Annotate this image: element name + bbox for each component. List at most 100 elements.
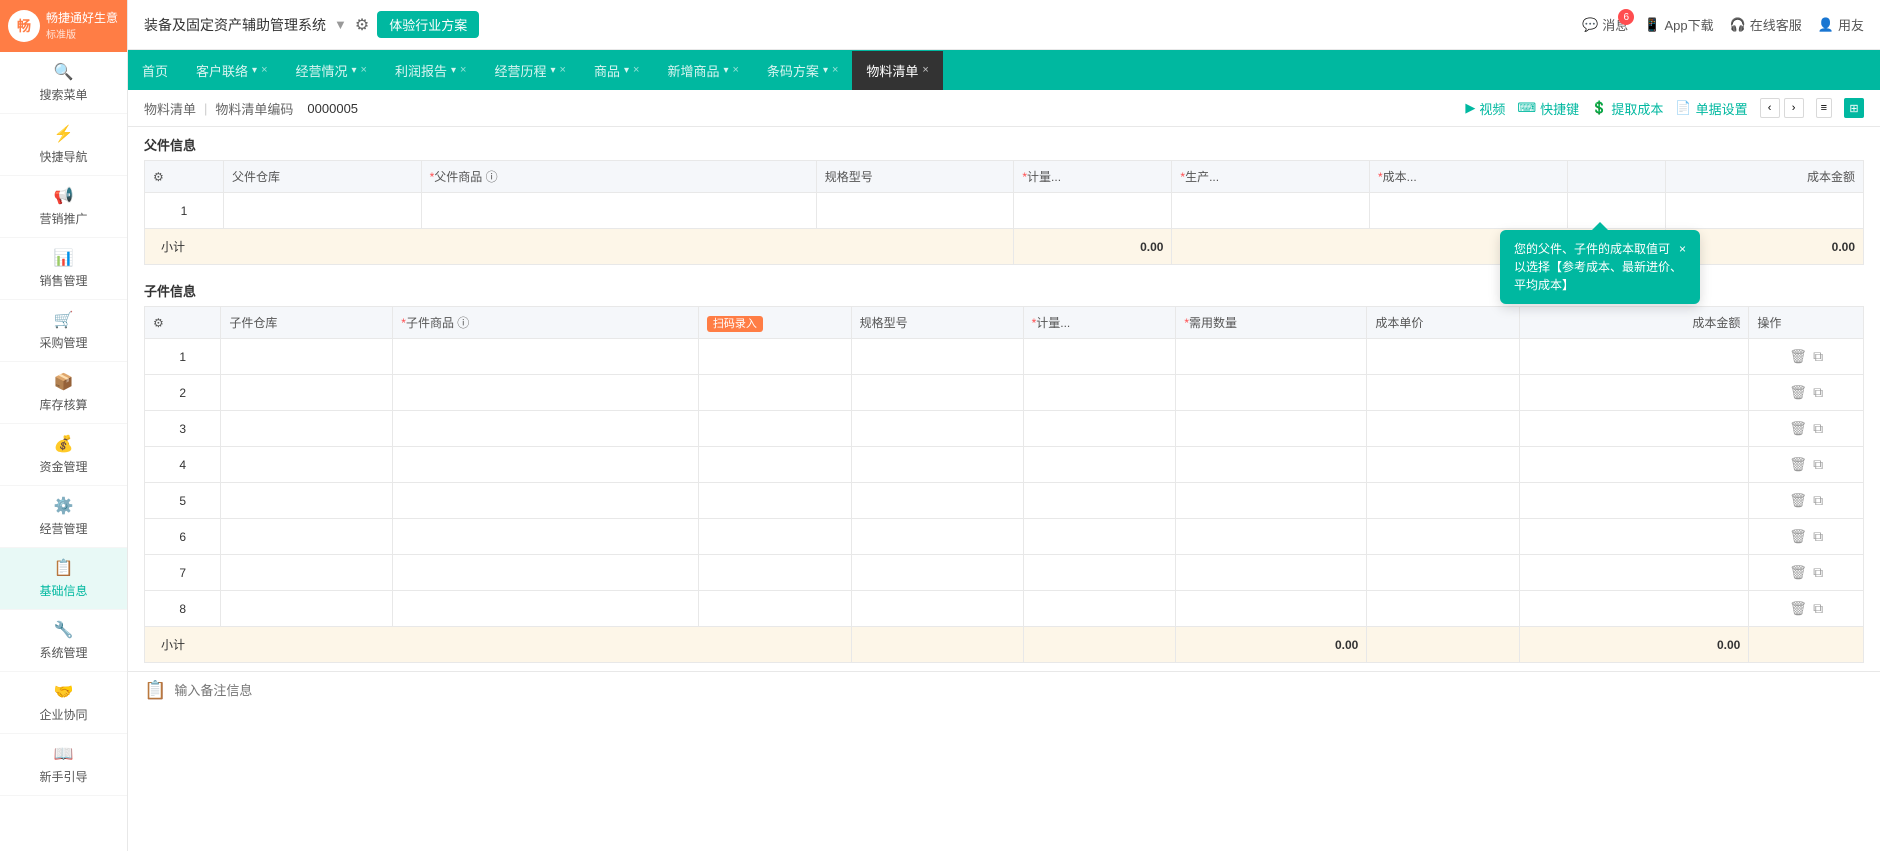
child-row-2-spec[interactable] [851,375,1023,411]
copy-icon-2[interactable]: ⧉ [1813,384,1823,401]
single-settings-btn[interactable]: 📄 单据设置 [1675,99,1747,118]
child-row-4-quantity[interactable] [1176,447,1367,483]
copy-icon-7[interactable]: ⧉ [1813,564,1823,581]
child-row-7-product[interactable] [393,555,699,591]
delete-icon-7[interactable]: 🗑 [1789,564,1807,581]
child-row-2-warehouse[interactable] [221,375,393,411]
child-row-8-warehouse[interactable] [221,591,393,627]
prev-btn[interactable]: ‹ [1760,98,1780,118]
nav-tab-首页[interactable]: 首页 [128,51,182,90]
parent-row-1-unit[interactable] [1014,193,1172,229]
grid-btn[interactable]: ⊞ [1844,98,1864,118]
child-row-7-quantity[interactable] [1176,555,1367,591]
child-row-4-warehouse[interactable] [221,447,393,483]
delete-icon-4[interactable]: 🗑 [1789,456,1807,473]
child-row-4-spec[interactable] [851,447,1023,483]
nav-tab-条码方案[interactable]: 条码方案▾ × [753,51,852,90]
child-row-6-unit[interactable] [1023,519,1176,555]
delete-icon-2[interactable]: 🗑 [1789,384,1807,401]
child-row-1-unit[interactable] [1023,339,1176,375]
sidebar-item-sales[interactable]: 📊销售管理 [0,238,127,300]
child-row-3-spec[interactable] [851,411,1023,447]
nav-tab-商品[interactable]: 商品▾ × [580,51,653,90]
tab-close-icon[interactable]: × [460,64,466,76]
child-row-2-quantity[interactable] [1176,375,1367,411]
parent-row-1-production[interactable] [1172,193,1370,229]
list-view-btn[interactable]: ≡ [1816,98,1832,118]
child-row-6-quantity[interactable] [1176,519,1367,555]
child-row-4-unit-cost[interactable] [1367,447,1520,483]
tab-close-icon[interactable]: × [560,64,566,76]
online-service-btn[interactable]: 🎧 在线客服 [1730,15,1802,34]
parent-row-1-spec[interactable] [816,193,1014,229]
dropdown-arrow-icon[interactable]: ▼ [334,17,347,32]
shortcut-btn[interactable]: ⌨ 快捷键 [1517,99,1579,118]
nav-tab-经营历程[interactable]: 经营历程▾ × [480,51,579,90]
child-row-3-product[interactable] [393,411,699,447]
child-row-6-unit-cost[interactable] [1367,519,1520,555]
child-row-7-unit-cost[interactable] [1367,555,1520,591]
copy-icon-5[interactable]: ⧉ [1813,492,1823,509]
parent-row-1-warehouse[interactable] [224,193,422,229]
delete-icon-6[interactable]: 🗑 [1789,528,1807,545]
next-btn[interactable]: › [1784,98,1804,118]
sidebar-item-inventory[interactable]: 📦库存核算 [0,362,127,424]
nav-tab-经营情况[interactable]: 经营情况▾ × [282,51,381,90]
delete-icon-1[interactable]: 🗑 [1789,348,1807,365]
nav-tab-物料清单[interactable]: 物料清单 × [852,51,942,90]
child-col-settings[interactable]: ⚙ [145,307,221,339]
copy-icon-3[interactable]: ⧉ [1813,420,1823,437]
child-row-5-unit[interactable] [1023,483,1176,519]
copy-icon-4[interactable]: ⧉ [1813,456,1823,473]
sidebar-item-finance[interactable]: 💰资金管理 [0,424,127,486]
child-row-8-product[interactable] [393,591,699,627]
child-row-1-quantity[interactable] [1176,339,1367,375]
sidebar-item-enterprise[interactable]: 🤝企业协同 [0,672,127,734]
tab-close-icon[interactable]: × [361,64,367,76]
child-row-8-unit[interactable] [1023,591,1176,627]
child-row-5-quantity[interactable] [1176,483,1367,519]
child-row-8-spec[interactable] [851,591,1023,627]
child-row-1-warehouse[interactable] [221,339,393,375]
copy-icon-1[interactable]: ⧉ [1813,348,1823,365]
tab-close-icon[interactable]: × [732,64,738,76]
child-row-5-spec[interactable] [851,483,1023,519]
delete-icon-8[interactable]: 🗑 [1789,600,1807,617]
child-row-6-product[interactable] [393,519,699,555]
child-row-2-unit[interactable] [1023,375,1176,411]
child-row-1-spec[interactable] [851,339,1023,375]
delete-icon-5[interactable]: 🗑 [1789,492,1807,509]
app-download-btn[interactable]: 📱 App下载 [1644,15,1713,34]
child-row-2-product[interactable] [393,375,699,411]
child-row-6-warehouse[interactable] [221,519,393,555]
nav-tab-客户联络[interactable]: 客户联络▾ × [182,51,281,90]
messages-btn[interactable]: 💬 消息 6 [1582,15,1628,34]
tab-close-icon[interactable]: × [261,64,267,76]
child-row-5-unit-cost[interactable] [1367,483,1520,519]
sidebar-item-purchase[interactable]: 🛒采购管理 [0,300,127,362]
child-row-3-unit-cost[interactable] [1367,411,1520,447]
copy-icon-6[interactable]: ⧉ [1813,528,1823,545]
sidebar-item-marketing[interactable]: 📢营销推广 [0,176,127,238]
tooltip-close-btn[interactable]: × [1679,240,1686,258]
child-row-5-product[interactable] [393,483,699,519]
trial-btn[interactable]: 体验行业方案 [377,11,479,38]
child-row-8-unit-cost[interactable] [1367,591,1520,627]
child-row-2-unit-cost[interactable] [1367,375,1520,411]
tab-close-icon[interactable]: × [832,64,838,76]
child-row-1-unit-cost[interactable] [1367,339,1520,375]
copy-icon-8[interactable]: ⧉ [1813,600,1823,617]
sidebar-item-search[interactable]: 🔍搜索菜单 [0,52,127,114]
sidebar-item-quick-nav[interactable]: ⚡快捷导航 [0,114,127,176]
child-row-5-warehouse[interactable] [221,483,393,519]
tab-close-icon[interactable]: × [922,64,928,76]
sidebar-item-basic-info[interactable]: 📋基础信息 [0,548,127,610]
sidebar-item-operation[interactable]: ⚙️经营管理 [0,486,127,548]
child-row-3-quantity[interactable] [1176,411,1367,447]
note-input[interactable] [174,683,1864,698]
nav-tab-新增商品[interactable]: 新增商品▾ × [653,51,752,90]
get-cost-btn[interactable]: 💲 提取成本 [1591,99,1663,118]
child-row-7-spec[interactable] [851,555,1023,591]
delete-icon-3[interactable]: 🗑 [1789,420,1807,437]
child-row-7-unit[interactable] [1023,555,1176,591]
